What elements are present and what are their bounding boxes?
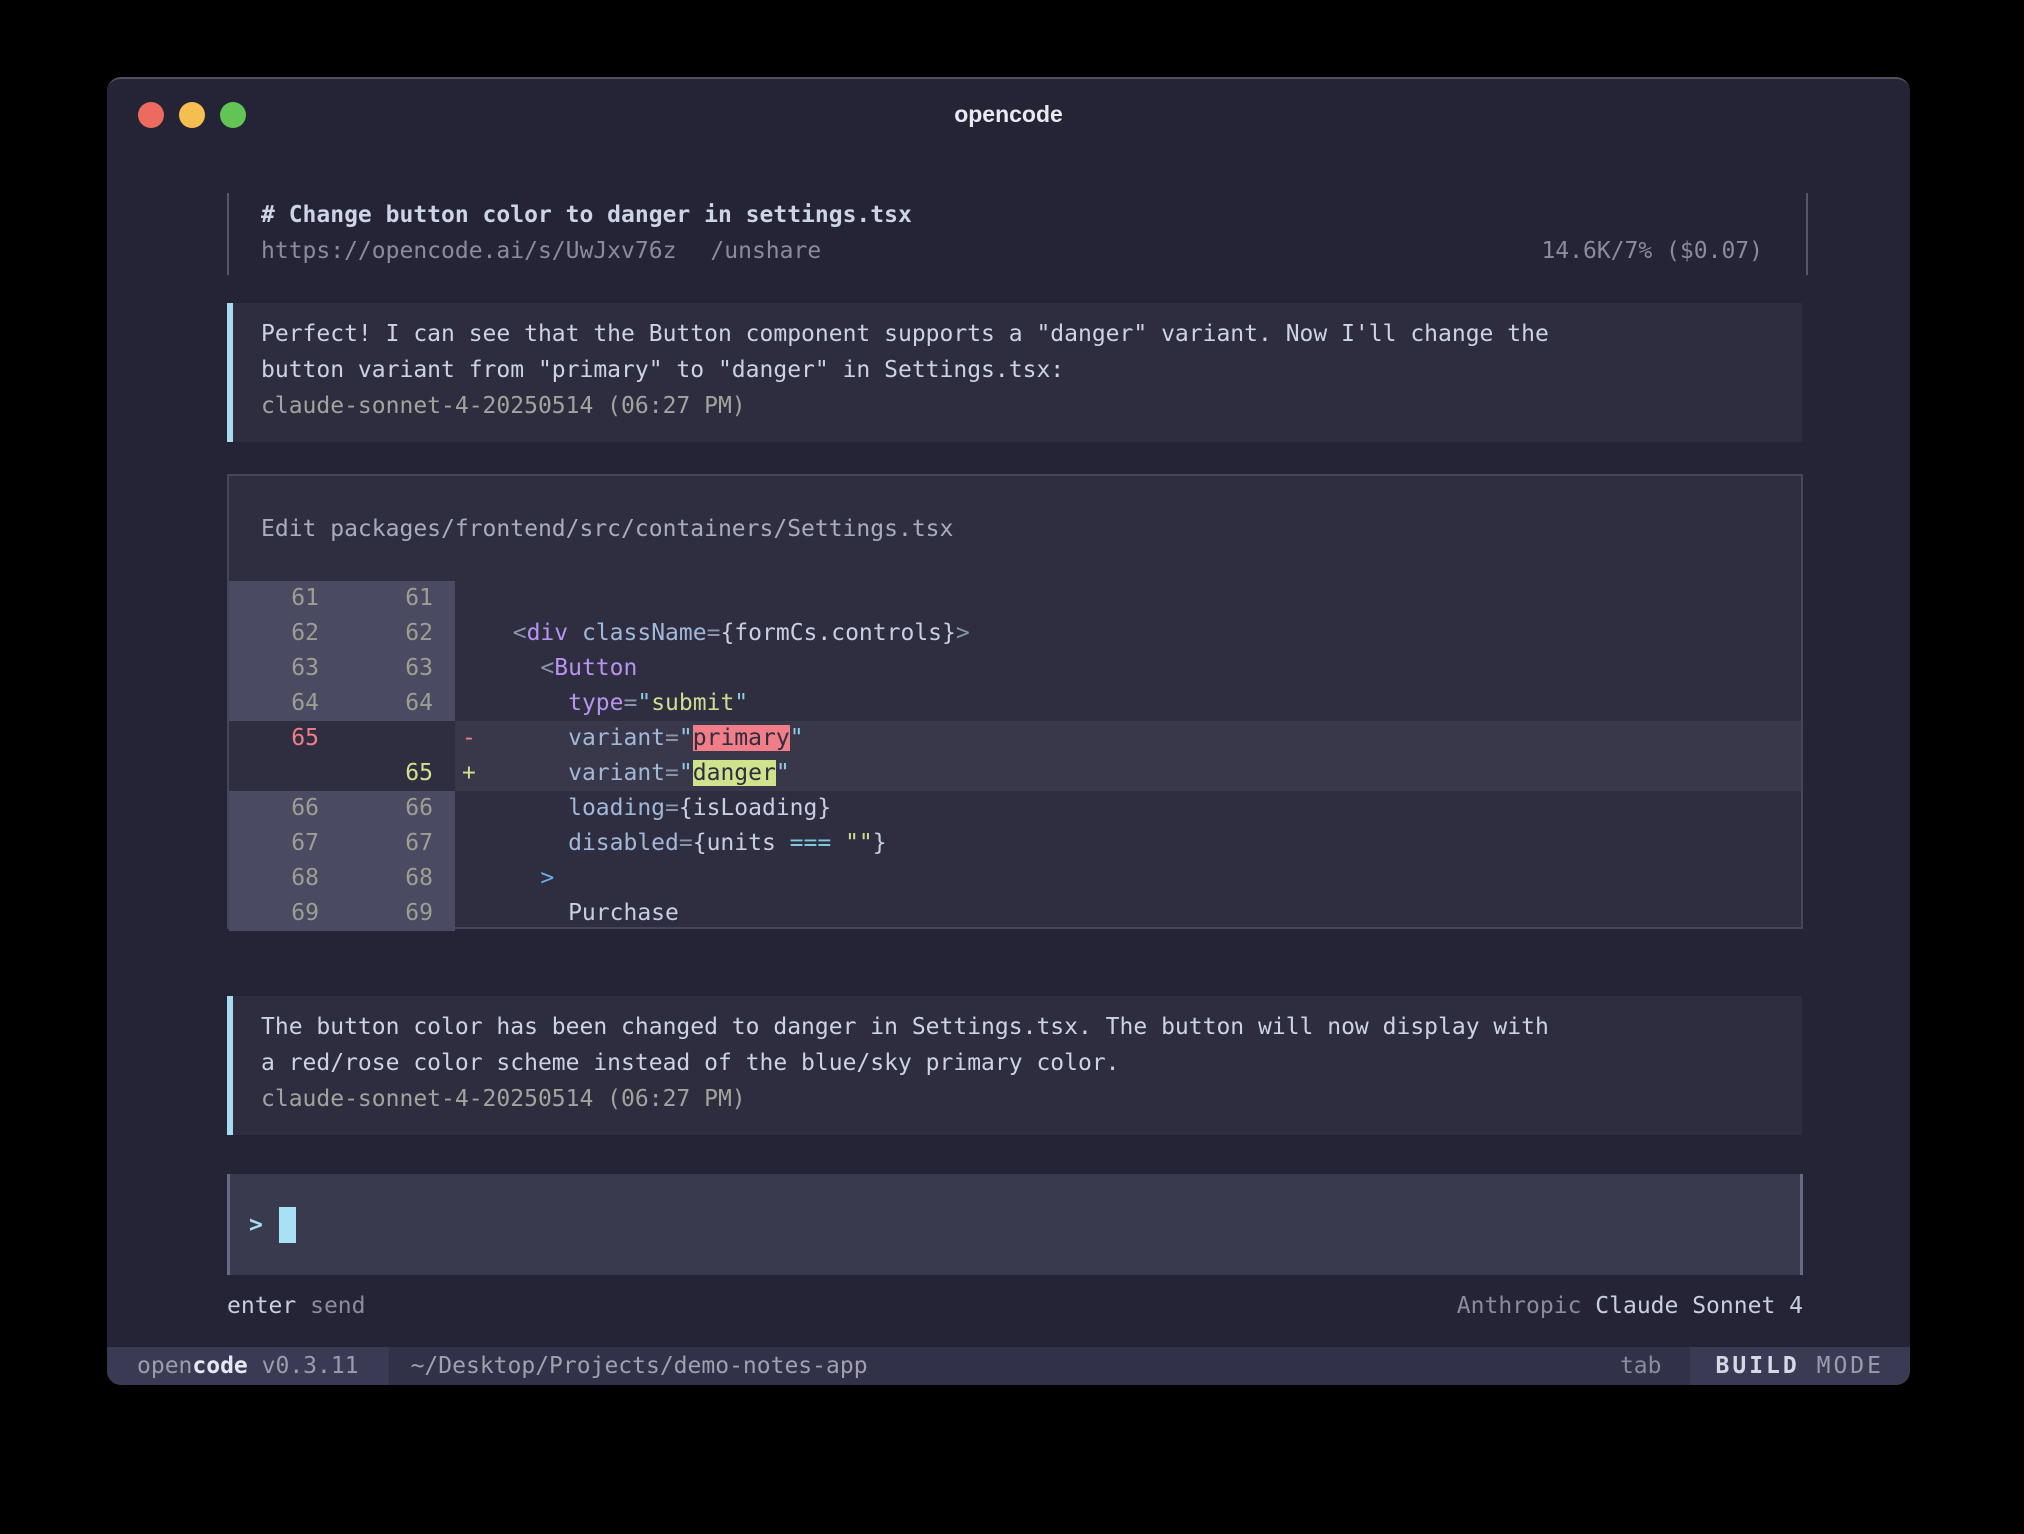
session-title: # Change button color to danger in setti… [261,197,1763,233]
app-name-code: code [192,1353,247,1379]
diff-marker [455,616,485,651]
session-header: # Change button color to danger in setti… [227,193,1808,275]
diff-row: 65 - variant="primary" [229,721,1801,756]
line-number-old: 61 [229,581,341,616]
line-number-new: 69 [341,896,455,931]
diff-row: 65+ variant="danger" [229,756,1801,791]
enter-key-hint: enter [227,1293,296,1319]
line-number-new: 68 [341,861,455,896]
window-title: opencode [107,79,1910,149]
diff-row: 6868 > [229,861,1801,896]
diff-row: 6464 type="submit" [229,686,1801,721]
code-line: Purchase [485,896,1801,931]
diff-marker [455,651,485,686]
code-line: > [485,861,1801,896]
share-url-link[interactable]: https://opencode.ai/s/UwJxv76z [261,233,676,269]
working-directory: ~/Desktop/Projects/demo-notes-app [411,1353,868,1379]
app-version [248,1353,262,1379]
line-number-new: 66 [341,791,455,826]
line-number-old: 69 [229,896,341,931]
diff-marker [455,791,485,826]
diff-row: 6666 loading={isLoading} [229,791,1801,826]
line-number-old: 67 [229,826,341,861]
code-line: <Button [485,651,1801,686]
send-hint: enter send [227,1291,366,1321]
app-name-open: open [137,1353,192,1379]
hints-row: enter send Anthropic Claude Sonnet 4 [227,1291,1803,1321]
diff-row: 6969 Purchase [229,896,1801,931]
diff-marker [455,861,485,896]
diff-marker [455,686,485,721]
code-line: type="submit" [485,686,1801,721]
prompt-chevron-icon: > [249,1207,263,1243]
line-number-old: 68 [229,861,341,896]
line-number-new: 67 [341,826,455,861]
message-text: Perfect! I can see that the Button compo… [261,316,1782,352]
line-number-old: 64 [229,686,341,721]
diff-row: 6161 [229,581,1801,616]
message-model-timestamp: claude-sonnet-4-20250514 (06:27 PM) [261,1081,1782,1117]
line-number-new: 61 [341,581,455,616]
line-number-old [229,756,341,791]
model-label: Claude Sonnet 4 [1595,1293,1803,1319]
diff-marker [455,896,485,931]
app-version-badge: opencode v0.3.11 [107,1347,389,1385]
line-number-new [341,721,455,756]
line-number-new: 64 [341,686,455,721]
provider-label: Anthropic [1457,1293,1582,1319]
model-indicator: Anthropic Claude Sonnet 4 [1457,1291,1803,1321]
diff-marker: - [455,721,485,756]
code-line: <div className={formCs.controls}> [485,616,1801,651]
code-line: loading={isLoading} [485,791,1801,826]
diff-row: 6262 <div className={formCs.controls}> [229,616,1801,651]
line-number-new: 63 [341,651,455,686]
text-cursor [279,1207,296,1243]
line-number-old: 62 [229,616,341,651]
window-titlebar: opencode [107,79,1910,149]
line-number-new: 62 [341,616,455,651]
unshare-command[interactable]: /unshare [710,233,821,269]
token-usage-stats: 14.6K/7% ($0.07) [1541,233,1763,269]
message-text: The button color has been changed to dan… [261,1009,1782,1045]
status-bar: opencode v0.3.11 ~/Desktop/Projects/demo… [107,1347,1910,1385]
line-number-new: 65 [341,756,455,791]
diff-marker: + [455,756,485,791]
edit-tool-panel: Edit packages/frontend/src/containers/Se… [227,474,1803,929]
assistant-message: Perfect! I can see that the Button compo… [227,303,1802,442]
diff-marker [455,826,485,861]
mode-toggle[interactable]: BUILD MODE [1690,1347,1911,1385]
tab-key-hint: tab [1620,1353,1662,1379]
code-line [485,581,1801,616]
opencode-terminal-window: opencode # Change button color to danger… [107,77,1910,1385]
line-number-old: 66 [229,791,341,826]
message-text: a red/rose color scheme instead of the b… [261,1045,1782,1081]
code-line: variant="danger" [485,756,1801,791]
code-line: disabled={units === ""} [485,826,1801,861]
assistant-message: The button color has been changed to dan… [227,996,1802,1135]
send-label: send [310,1293,365,1319]
edit-tool-title: Edit packages/frontend/src/containers/Se… [261,516,953,542]
message-model-timestamp: claude-sonnet-4-20250514 (06:27 PM) [261,388,1782,424]
prompt-input[interactable]: > [227,1174,1803,1275]
code-line: variant="primary" [485,721,1801,756]
line-number-old: 63 [229,651,341,686]
diff-row: 6363 <Button [229,651,1801,686]
app-version-number: v0.3.11 [262,1353,359,1379]
mode-name: BUILD [1716,1353,1800,1379]
diff-marker [455,581,485,616]
diff-row: 6767 disabled={units === ""} [229,826,1801,861]
diff-rows: 61616262 <div className={formCs.controls… [229,581,1801,931]
mode-suffix: MODE [1800,1353,1884,1379]
line-number-old: 65 [229,721,341,756]
message-text: button variant from "primary" to "danger… [261,352,1782,388]
